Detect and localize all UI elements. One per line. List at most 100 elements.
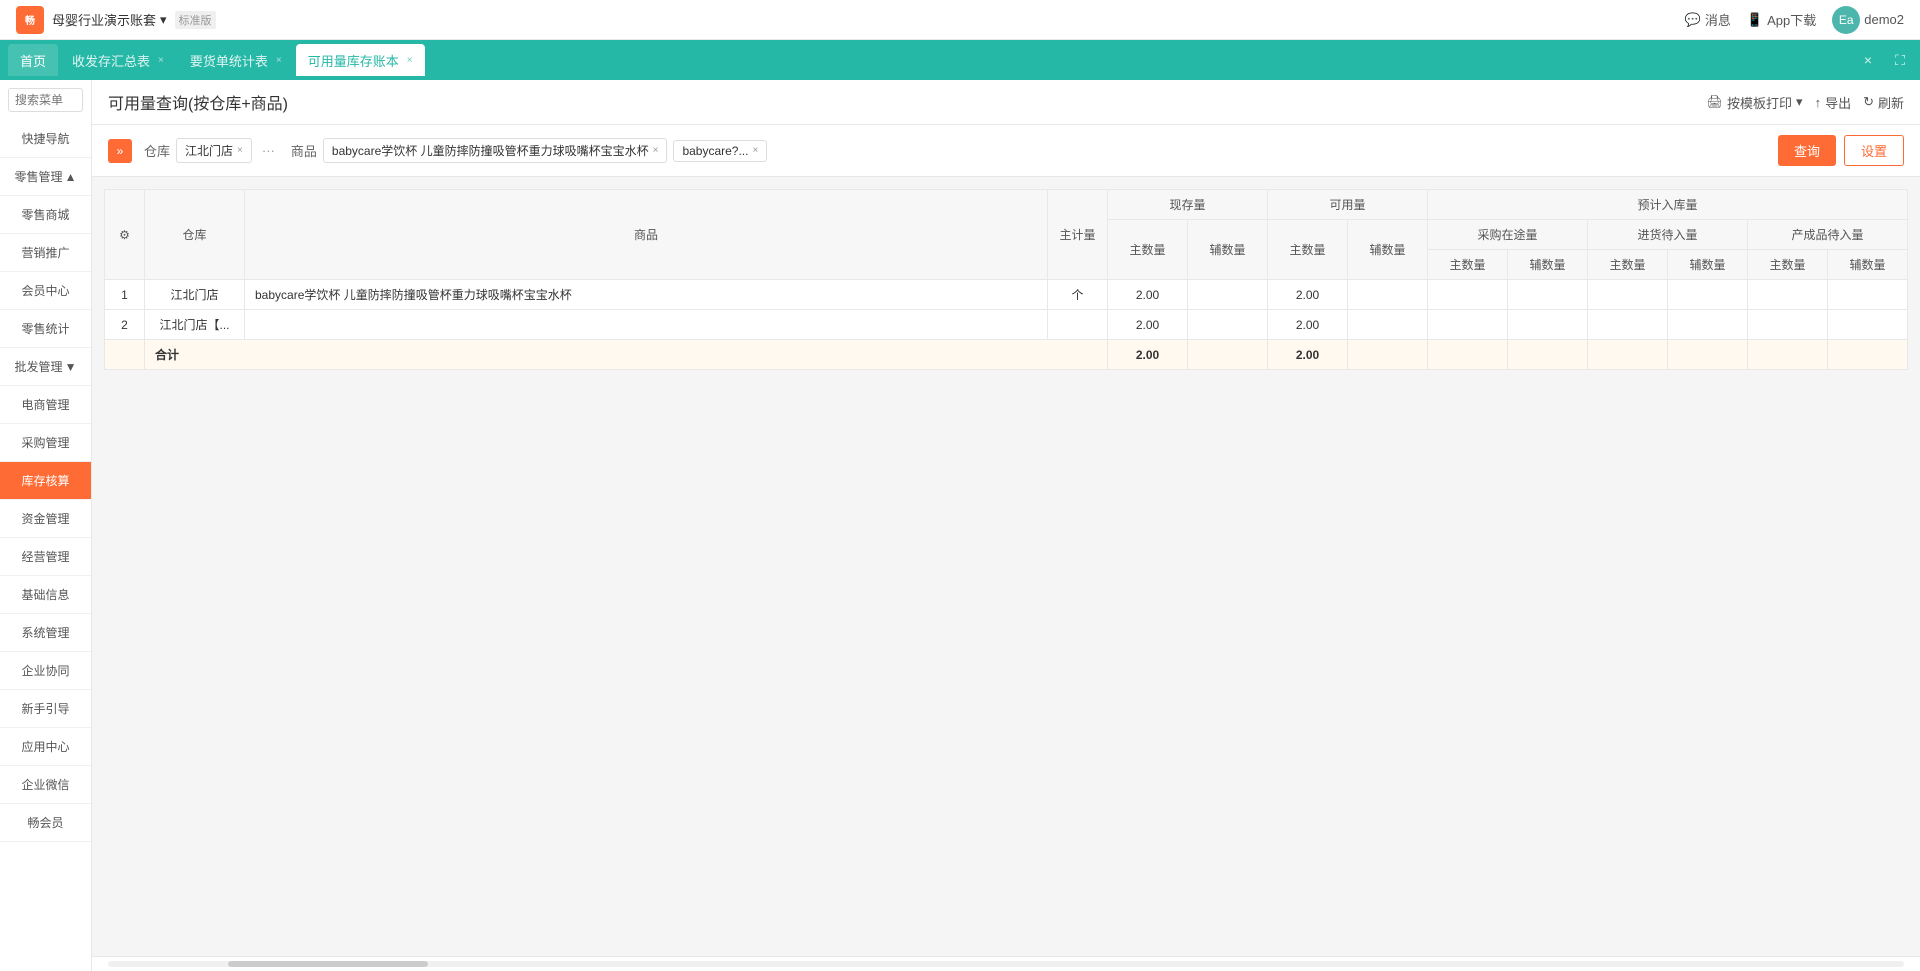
footer-inbound-main (1588, 340, 1668, 370)
sidebar-item-enterprise-wechat[interactable]: 企业微信 (0, 766, 91, 804)
filter-actions: 查询 设置 (1778, 135, 1904, 166)
sidebar-item-app-center[interactable]: 应用中心 (0, 728, 91, 766)
sidebar-item-member-center[interactable]: 会员中心 (0, 272, 91, 310)
footer-current-aux (1188, 340, 1268, 370)
print-template-button[interactable]: 🖨 按模板打印 ▾ (1707, 93, 1803, 112)
product-filter-tag2[interactable]: babycare?... × (673, 140, 767, 162)
search-menu-container (0, 80, 91, 120)
filter-expand-button[interactable]: » (108, 139, 132, 163)
th-available-main-qty: 主数量 (1268, 220, 1348, 280)
row1-current-main: 2.00 (1108, 280, 1188, 310)
sidebar-item-finance[interactable]: 资金管理 (0, 500, 91, 538)
app-icon: 📱 (1747, 12, 1763, 28)
sidebar-item-wholesale-mgmt[interactable]: 批发管理 ▼ (0, 348, 91, 386)
product-filter-close-icon1[interactable]: × (653, 145, 659, 156)
refresh-button[interactable]: ↻ 刷新 (1863, 93, 1904, 112)
scroll-thumb[interactable] (228, 961, 428, 967)
top-bar-left: 畅 母婴行业演示账套 ▾ 标准版 (16, 6, 216, 34)
row2-warehouse: 江北门店【... (145, 310, 245, 340)
warehouse-filter-tag[interactable]: 江北门店 × (176, 138, 252, 163)
sidebar-item-retail-stats[interactable]: 零售统计 (0, 310, 91, 348)
th-production-pending-group: 产成品待入量 (1748, 220, 1908, 250)
th-production-main: 主数量 (1748, 250, 1828, 280)
export-button[interactable]: ↑ 导出 (1815, 93, 1852, 112)
sidebar-item-quick-nav[interactable]: 快捷导航 (0, 120, 91, 158)
tab-available-stock-label: 可用量库存账本 (308, 51, 399, 70)
th-available-aux-qty: 辅数量 (1348, 220, 1428, 280)
query-button[interactable]: 查询 (1778, 135, 1836, 166)
message-button[interactable]: 💬 消息 (1685, 10, 1731, 29)
sidebar-item-ecommerce[interactable]: 电商管理 (0, 386, 91, 424)
product-filter-group: 商品 babycare学饮杯 儿童防摔防撞吸管杯重力球吸嘴杯宝宝水杯 × bab… (291, 138, 767, 163)
sidebar-item-new-guide[interactable]: 新手引导 (0, 690, 91, 728)
search-menu-input[interactable] (8, 88, 83, 112)
row1-available-aux (1348, 280, 1428, 310)
footer-label: 合计 (145, 340, 1108, 370)
row1-warehouse: 江北门店 (145, 280, 245, 310)
row2-current-aux (1188, 310, 1268, 340)
tab-demand-summary[interactable]: 要货单统计表 × (178, 44, 294, 76)
product-filter-tag1[interactable]: babycare学饮杯 儿童防摔防撞吸管杯重力球吸嘴杯宝宝水杯 × (323, 138, 668, 163)
scroll-track[interactable] (108, 961, 1904, 967)
settings-button[interactable]: 设置 (1844, 135, 1904, 166)
tab-receive-summary[interactable]: 收发存汇总表 × (60, 44, 176, 76)
sidebar-item-retail-mall[interactable]: 零售商城 (0, 196, 91, 234)
tab-available-stock[interactable]: 可用量库存账本 × (296, 44, 425, 76)
sidebar-item-purchase[interactable]: 采购管理 (0, 424, 91, 462)
th-purchase-main: 主数量 (1428, 250, 1508, 280)
tab-bar: 首页 收发存汇总表 × 要货单统计表 × 可用量库存账本 × × ⛶ (0, 40, 1920, 80)
tab-home[interactable]: 首页 (8, 44, 58, 76)
warehouse-filter-more-icon[interactable]: ··· (258, 143, 279, 158)
tab-demand-summary-close[interactable]: × (276, 55, 282, 66)
th-product: 商品 (245, 190, 1048, 280)
settings-icon[interactable]: ⚙ (119, 228, 130, 242)
row2-product (245, 310, 1048, 340)
row1-purchase-aux (1508, 280, 1588, 310)
th-warehouse: 仓库 (145, 190, 245, 280)
footer-production-main (1748, 340, 1828, 370)
sidebar-item-system[interactable]: 系统管理 (0, 614, 91, 652)
refresh-icon: ↻ (1863, 94, 1874, 110)
row1-inbound-aux (1668, 280, 1748, 310)
company-selector[interactable]: 母婴行业演示账套 ▾ (52, 10, 167, 29)
th-current-aux-qty: 辅数量 (1188, 220, 1268, 280)
fullscreen-button[interactable]: ⛶ (1888, 48, 1912, 72)
top-bar: 畅 母婴行业演示账套 ▾ 标准版 💬 消息 📱 App下载 Ea demo2 (0, 0, 1920, 40)
row1-purchase-main (1428, 280, 1508, 310)
th-inbound-pending-group: 进货待入量 (1588, 220, 1748, 250)
table-wrapper[interactable]: ⚙ 仓库 商品 主计量 现存量 可用量 预计入库量 主数量 辅数量 主数量 辅数… (92, 177, 1920, 956)
company-chevron-icon: ▾ (160, 12, 167, 28)
warehouse-filter-close-icon[interactable]: × (237, 145, 243, 156)
row1-inbound-main (1588, 280, 1668, 310)
product-filter-close-icon2[interactable]: × (752, 145, 758, 156)
footer-purchase-main (1428, 340, 1508, 370)
tab-receive-summary-close[interactable]: × (158, 55, 164, 66)
app-download-label: App下载 (1767, 10, 1816, 29)
main-layout: 快捷导航 零售管理 ▲ 零售商城 营销推广 会员中心 零售统计 批发管理 ▼ 电… (0, 80, 1920, 971)
avatar: Ea (1832, 6, 1860, 34)
tab-bar-actions: × ⛶ (1856, 48, 1912, 72)
footer-empty1 (105, 340, 145, 370)
close-all-tabs-button[interactable]: × (1856, 48, 1880, 72)
wholesale-mgmt-arrow-icon: ▼ (65, 360, 77, 374)
message-icon: 💬 (1685, 12, 1701, 28)
sidebar-item-vip[interactable]: 畅会员 (0, 804, 91, 842)
standard-badge: 标准版 (175, 11, 216, 29)
tab-available-stock-close[interactable]: × (407, 55, 413, 66)
user-profile[interactable]: Ea demo2 (1832, 6, 1904, 34)
app-download-button[interactable]: 📱 App下载 (1747, 10, 1816, 29)
content-area: 可用量查询(按仓库+商品) 🖨 按模板打印 ▾ ↑ 导出 ↻ 刷新 (92, 80, 1920, 971)
table-row: 1 江北门店 babycare学饮杯 儿童防摔防撞吸管杯重力球吸嘴杯宝宝水杯 个… (105, 280, 1908, 310)
page-header: 可用量查询(按仓库+商品) 🖨 按模板打印 ▾ ↑ 导出 ↻ 刷新 (92, 80, 1920, 125)
row2-production-aux (1828, 310, 1908, 340)
th-purchase-transit-group: 采购在途量 (1428, 220, 1588, 250)
row1-available-main: 2.00 (1268, 280, 1348, 310)
sidebar-item-enterprise[interactable]: 企业协同 (0, 652, 91, 690)
sidebar-item-marketing[interactable]: 营销推广 (0, 234, 91, 272)
sidebar-item-retail-mgmt[interactable]: 零售管理 ▲ (0, 158, 91, 196)
sidebar-item-inventory[interactable]: 库存核算 (0, 462, 91, 500)
sidebar-item-basic-info[interactable]: 基础信息 (0, 576, 91, 614)
sidebar-item-operations[interactable]: 经营管理 (0, 538, 91, 576)
top-bar-right: 💬 消息 📱 App下载 Ea demo2 (1685, 6, 1904, 34)
footer-row: 合计 2.00 2.00 (105, 340, 1908, 370)
